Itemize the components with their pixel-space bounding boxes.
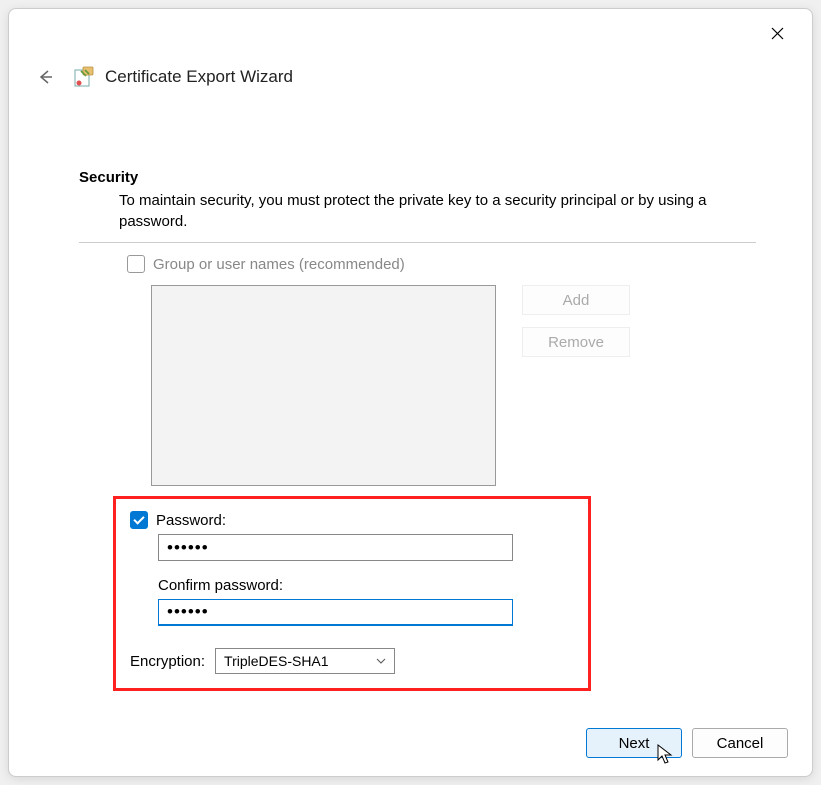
section-title: Security — [79, 169, 756, 186]
password-label: Password: — [156, 512, 226, 529]
group-buttons: Add Remove — [522, 285, 630, 486]
section-description: To maintain security, you must protect t… — [119, 190, 756, 232]
password-input[interactable] — [158, 534, 513, 561]
divider — [79, 242, 756, 243]
password-option-row: Password: — [130, 511, 576, 529]
certificate-wizard-icon — [73, 66, 95, 88]
group-label: Group or user names (recommended) — [153, 256, 405, 273]
confirm-password-label: Confirm password: — [158, 577, 576, 594]
footer-buttons: Next Cancel — [586, 728, 788, 758]
wizard-header: Certificate Export Wizard — [9, 9, 812, 87]
cancel-button[interactable]: Cancel — [692, 728, 788, 758]
encryption-label: Encryption: — [130, 653, 205, 670]
encryption-row: Encryption: TripleDES-SHA1 — [130, 648, 576, 674]
remove-button: Remove — [522, 327, 630, 357]
encryption-select[interactable]: TripleDES-SHA1 — [215, 648, 395, 674]
chevron-down-icon — [376, 655, 386, 667]
group-checkbox[interactable] — [127, 255, 145, 273]
confirm-password-input[interactable] — [158, 599, 513, 626]
password-checkbox[interactable] — [130, 511, 148, 529]
group-option-row: Group or user names (recommended) — [127, 255, 756, 273]
group-area: Add Remove — [151, 285, 756, 486]
add-button: Add — [522, 285, 630, 315]
wizard-title: Certificate Export Wizard — [105, 67, 293, 87]
content-area: Security To maintain security, you must … — [9, 87, 812, 691]
close-icon[interactable] — [761, 21, 794, 50]
wizard-window: Certificate Export Wizard Security To ma… — [8, 8, 813, 777]
encryption-value: TripleDES-SHA1 — [224, 653, 329, 669]
highlight-box: Password: Confirm password: Encryption: … — [113, 496, 591, 691]
principals-listbox — [151, 285, 496, 486]
next-button[interactable]: Next — [586, 728, 682, 758]
back-arrow-icon[interactable] — [35, 67, 55, 87]
